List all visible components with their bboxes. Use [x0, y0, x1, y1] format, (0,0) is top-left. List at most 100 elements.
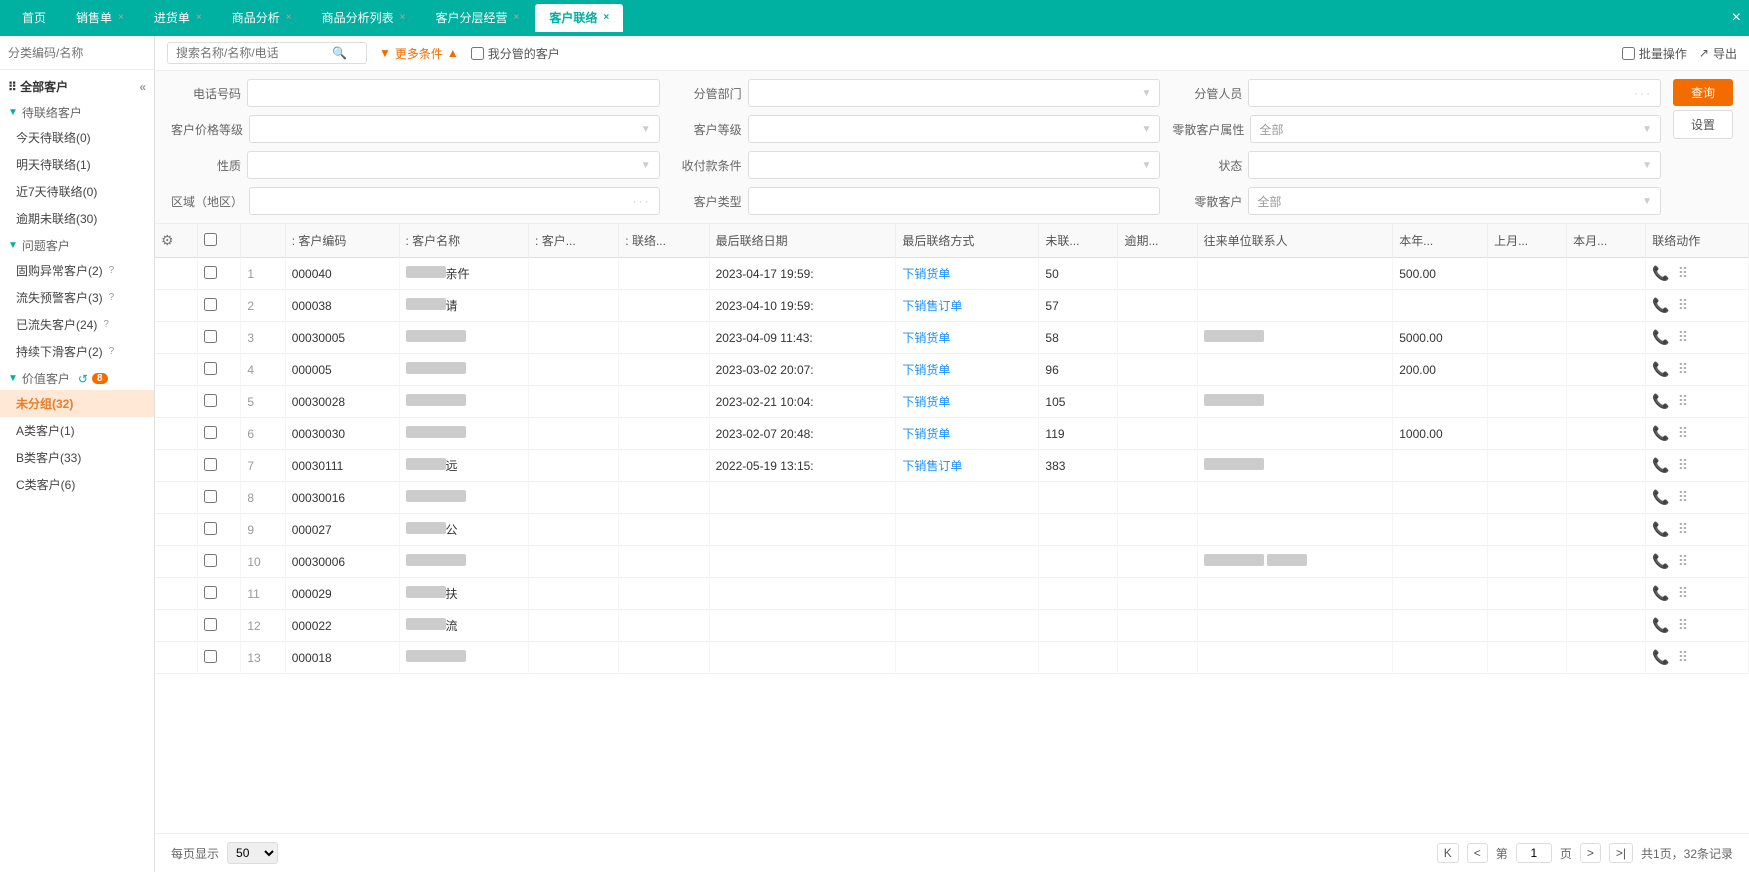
row-checkbox[interactable]: [204, 298, 217, 311]
cell-checkbox[interactable]: [197, 642, 241, 674]
reset-button[interactable]: 设置: [1673, 110, 1733, 139]
col-contact[interactable]: : 联络...: [619, 224, 709, 258]
cell-checkbox[interactable]: [197, 322, 241, 354]
sidebar-item-week[interactable]: 近7天待联络(0): [0, 178, 154, 205]
contact-method-link[interactable]: 下销货单: [902, 331, 950, 345]
col-overdue[interactable]: 逾期...: [1118, 224, 1197, 258]
cell-checkbox[interactable]: [197, 578, 241, 610]
page-input[interactable]: [1516, 843, 1552, 863]
tab-customer-contact[interactable]: 客户联络 ×: [535, 4, 623, 32]
cell-checkbox[interactable]: [197, 386, 241, 418]
cell-checkbox[interactable]: [197, 290, 241, 322]
tab-purchase[interactable]: 进货单 ×: [140, 4, 216, 32]
sidebar-group-problem[interactable]: ▼ 问题客户: [0, 232, 154, 257]
col-category[interactable]: : 客户...: [529, 224, 619, 258]
tab-purchase-close[interactable]: ×: [196, 4, 202, 32]
sidebar-all-customers[interactable]: ⠿ 全部客户 «: [0, 70, 154, 99]
sidebar-group-pending[interactable]: ▼ 待联络客户: [0, 99, 154, 124]
export-button[interactable]: ↗ 导出: [1699, 45, 1737, 62]
sidebar-item-b-tier[interactable]: B类客户(33): [0, 444, 154, 471]
tab-customer-contact-close[interactable]: ×: [603, 4, 609, 32]
call-icon[interactable]: 📞: [1652, 425, 1669, 442]
col-last-date[interactable]: 最后联络日期: [709, 224, 896, 258]
sidebar-item-overdue-contact[interactable]: 逾期未联络(30): [0, 205, 154, 232]
next-page-button[interactable]: >: [1580, 843, 1601, 863]
tab-product-analysis-close[interactable]: ×: [286, 4, 292, 32]
row-checkbox[interactable]: [204, 458, 217, 471]
grid-icon[interactable]: ⠿: [1678, 489, 1688, 506]
row-checkbox[interactable]: [204, 554, 217, 567]
grid-icon[interactable]: ⠿: [1678, 585, 1688, 602]
prev-page-button[interactable]: <: [1467, 843, 1488, 863]
row-checkbox[interactable]: [204, 522, 217, 535]
col-partner[interactable]: 往来单位联系人: [1197, 224, 1393, 258]
customer-tier-select[interactable]: ▼: [748, 115, 1161, 143]
col-last-method[interactable]: 最后联络方式: [896, 224, 1039, 258]
tab-sales-close[interactable]: ×: [118, 4, 124, 32]
row-checkbox[interactable]: [204, 490, 217, 503]
row-checkbox[interactable]: [204, 618, 217, 631]
sidebar-item-lost[interactable]: 已流失客户(24) ?: [0, 311, 154, 338]
col-this-year[interactable]: 本年...: [1393, 224, 1488, 258]
tab-customer-tier-close[interactable]: ×: [513, 4, 519, 32]
retail-customer-select[interactable]: 全部▼: [1248, 187, 1661, 215]
payment-select[interactable]: ▼: [748, 151, 1161, 179]
batch-ops-button[interactable]: 批量操作: [1622, 45, 1687, 62]
sidebar-item-declining[interactable]: 持续下滑客户(2) ?: [0, 338, 154, 365]
first-page-button[interactable]: K: [1437, 843, 1459, 863]
price-tier-select[interactable]: ▼: [249, 115, 660, 143]
contact-method-link[interactable]: 下销货单: [902, 363, 950, 377]
sidebar-item-abnormal[interactable]: 固购异常客户(2) ?: [0, 257, 154, 284]
cell-checkbox[interactable]: [197, 450, 241, 482]
tab-product-list[interactable]: 商品分析列表 ×: [308, 4, 420, 32]
cell-checkbox[interactable]: [197, 482, 241, 514]
call-icon[interactable]: 📞: [1652, 457, 1669, 474]
sidebar-item-c-tier[interactable]: C类客户(6): [0, 471, 154, 498]
row-checkbox[interactable]: [204, 650, 217, 663]
sidebar-item-tomorrow[interactable]: 明天待联络(1): [0, 151, 154, 178]
row-checkbox[interactable]: [204, 330, 217, 343]
page-size-select[interactable]: 50 100 200: [227, 842, 278, 864]
grid-icon[interactable]: ⠿: [1678, 553, 1688, 570]
row-checkbox[interactable]: [204, 426, 217, 439]
col-code[interactable]: : 客户编码: [285, 224, 399, 258]
settings-icon[interactable]: ⚙: [161, 232, 174, 248]
sidebar-item-today[interactable]: 今天待联络(0): [0, 124, 154, 151]
my-customers-check[interactable]: [471, 47, 484, 60]
call-icon[interactable]: 📞: [1652, 617, 1669, 634]
tab-customer-tier[interactable]: 客户分层经营 ×: [421, 4, 533, 32]
filter-search-icon[interactable]: 🔍: [332, 46, 347, 60]
grid-icon[interactable]: ⠿: [1678, 521, 1688, 538]
select-all-checkbox[interactable]: [204, 233, 217, 246]
call-icon[interactable]: 📞: [1652, 649, 1669, 666]
contact-method-link[interactable]: 下销货单: [902, 267, 950, 281]
row-checkbox[interactable]: [204, 266, 217, 279]
phone-input[interactable]: [247, 79, 660, 107]
grid-icon[interactable]: ⠿: [1678, 265, 1688, 282]
col-this-month[interactable]: 本月...: [1567, 224, 1646, 258]
dept-select[interactable]: ▼: [748, 79, 1161, 107]
grid-icon[interactable]: ⠿: [1678, 393, 1688, 410]
contact-method-link[interactable]: 下销售订单: [902, 299, 962, 313]
sidebar-item-churn-risk[interactable]: 流失预警客户(3) ?: [0, 284, 154, 311]
tab-sales[interactable]: 销售单 ×: [62, 4, 138, 32]
last-page-button[interactable]: >|: [1609, 843, 1633, 863]
call-icon[interactable]: 📞: [1652, 585, 1669, 602]
call-icon[interactable]: 📞: [1652, 329, 1669, 346]
grid-icon[interactable]: ⠿: [1678, 425, 1688, 442]
call-icon[interactable]: 📞: [1652, 297, 1669, 314]
call-icon[interactable]: 📞: [1652, 393, 1669, 410]
row-checkbox[interactable]: [204, 394, 217, 407]
call-icon[interactable]: 📞: [1652, 521, 1669, 538]
cell-checkbox[interactable]: [197, 610, 241, 642]
cell-checkbox[interactable]: [197, 258, 241, 290]
refresh-icon[interactable]: ↺: [78, 372, 88, 386]
grid-icon[interactable]: ⠿: [1678, 361, 1688, 378]
contact-method-link[interactable]: 下销售订单: [902, 459, 962, 473]
contact-method-link[interactable]: 下销货单: [902, 395, 950, 409]
batch-ops-check[interactable]: [1622, 47, 1635, 60]
sidebar-item-unclassified[interactable]: 未分组(32): [0, 390, 154, 417]
grid-icon[interactable]: ⠿: [1678, 617, 1688, 634]
col-settings[interactable]: ⚙: [155, 224, 197, 258]
row-checkbox[interactable]: [204, 362, 217, 375]
